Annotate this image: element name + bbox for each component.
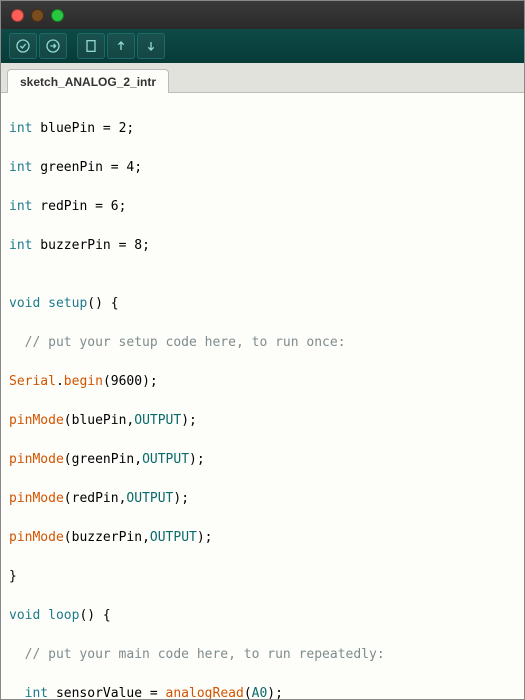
arrow-up-icon [113, 38, 129, 54]
ide-window: sketch_ANALOG_2_intr int bluePin = 2; in… [0, 0, 525, 700]
arrow-right-icon [45, 38, 61, 54]
file-icon [83, 38, 99, 54]
code-content: int bluePin = 2; int greenPin = 4; int r… [9, 99, 516, 699]
upload-button[interactable] [39, 33, 67, 59]
toolbar [1, 29, 524, 63]
close-icon[interactable] [11, 9, 24, 22]
tab-sketch[interactable]: sketch_ANALOG_2_intr [7, 69, 169, 93]
new-button[interactable] [77, 33, 105, 59]
minimize-icon[interactable] [31, 9, 44, 22]
titlebar [1, 1, 524, 29]
verify-button[interactable] [9, 33, 37, 59]
check-circle-icon [15, 38, 31, 54]
zoom-icon[interactable] [51, 9, 64, 22]
save-button[interactable] [137, 33, 165, 59]
tab-bar: sketch_ANALOG_2_intr [1, 63, 524, 93]
code-editor[interactable]: int bluePin = 2; int greenPin = 4; int r… [1, 93, 524, 699]
open-button[interactable] [107, 33, 135, 59]
arrow-down-icon [143, 38, 159, 54]
